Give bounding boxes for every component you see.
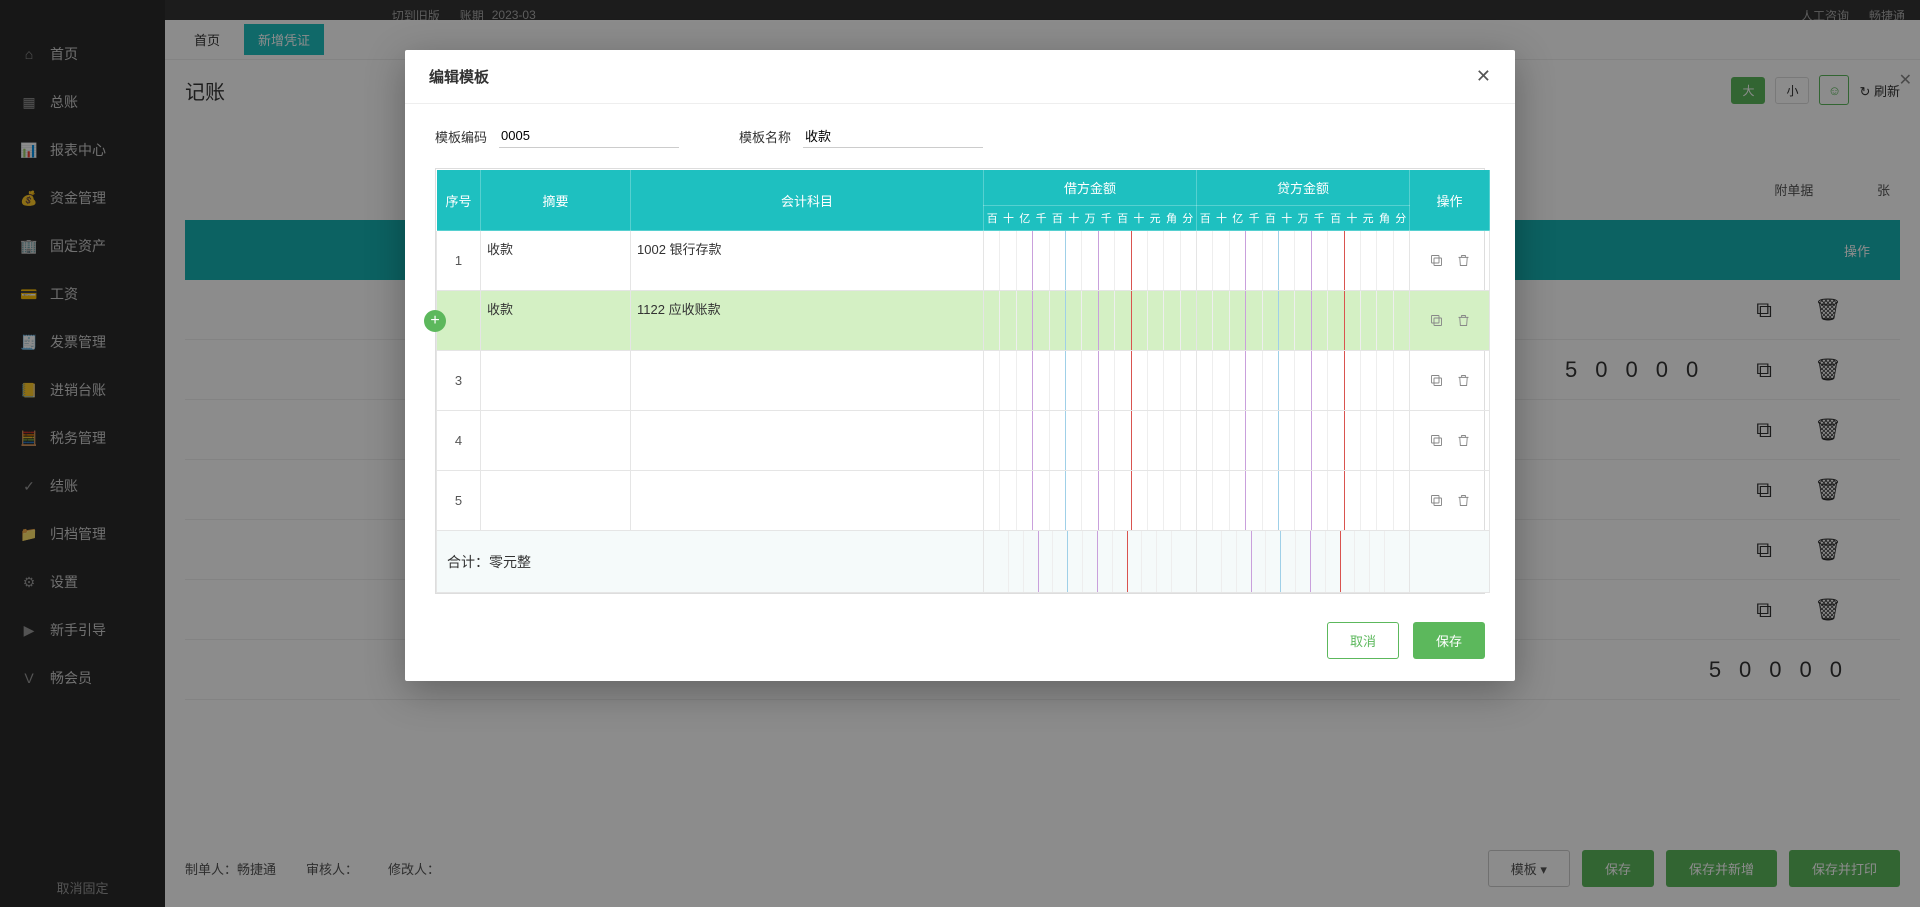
delete-icon[interactable] <box>1456 433 1471 448</box>
row-seq: + <box>437 291 481 351</box>
row-debit[interactable] <box>984 471 1197 531</box>
row-summary[interactable] <box>481 471 631 531</box>
modal-title: 编辑模板 <box>429 66 489 87</box>
row-summary[interactable]: 收款 <box>481 231 631 291</box>
row-credit[interactable] <box>1197 411 1410 471</box>
delete-icon[interactable] <box>1456 313 1471 328</box>
row-debit[interactable] <box>984 231 1197 291</box>
table-row[interactable]: +收款1122 应收账款 <box>437 291 1490 351</box>
edit-template-modal: 编辑模板 ✕ 模板编码 模板名称 序号 摘 <box>405 50 1515 681</box>
delete-icon[interactable] <box>1456 253 1471 268</box>
template-name-input[interactable] <box>803 124 983 148</box>
row-summary[interactable] <box>481 411 631 471</box>
template-grid: 序号 摘要 会计科目 借方金额 贷方金额 操作 百十亿千百十万千百十元角分 百十… <box>435 168 1485 594</box>
row-seq: 4 <box>437 411 481 471</box>
credit-units: 百十亿千百十万千百十元角分 <box>1197 206 1410 231</box>
close-icon[interactable]: ✕ <box>1476 66 1491 87</box>
row-actions <box>1410 411 1490 471</box>
delete-icon[interactable] <box>1456 493 1471 508</box>
total-label: 合计：零元整 <box>437 531 984 593</box>
add-row-button[interactable]: + <box>424 310 446 332</box>
col-credit: 贷方金额 <box>1197 170 1410 206</box>
row-credit[interactable] <box>1197 291 1410 351</box>
row-seq: 5 <box>437 471 481 531</box>
copy-icon[interactable] <box>1429 493 1444 508</box>
row-actions <box>1410 231 1490 291</box>
row-debit[interactable] <box>984 351 1197 411</box>
cancel-button[interactable]: 取消 <box>1327 622 1399 659</box>
debit-units: 百十亿千百十万千百十元角分 <box>984 206 1197 231</box>
row-credit[interactable] <box>1197 351 1410 411</box>
row-debit[interactable] <box>984 291 1197 351</box>
row-actions <box>1410 351 1490 411</box>
template-code-label: 模板编码 <box>435 127 487 146</box>
row-actions <box>1410 471 1490 531</box>
row-debit[interactable] <box>984 411 1197 471</box>
table-row[interactable]: 1收款1002 银行存款 <box>437 231 1490 291</box>
col-summary: 摘要 <box>481 170 631 231</box>
col-ops: 操作 <box>1410 170 1490 231</box>
row-summary[interactable] <box>481 351 631 411</box>
copy-icon[interactable] <box>1429 313 1444 328</box>
row-summary[interactable]: 收款 <box>481 291 631 351</box>
col-subject: 会计科目 <box>631 170 984 231</box>
table-row[interactable]: 5 <box>437 471 1490 531</box>
table-row[interactable]: 4 <box>437 411 1490 471</box>
row-subject[interactable]: 1002 银行存款 <box>631 231 984 291</box>
delete-icon[interactable] <box>1456 373 1471 388</box>
col-seq: 序号 <box>437 170 481 231</box>
row-subject[interactable] <box>631 411 984 471</box>
row-subject[interactable]: 1122 应收账款 <box>631 291 984 351</box>
copy-icon[interactable] <box>1429 253 1444 268</box>
row-subject[interactable] <box>631 471 984 531</box>
row-seq: 3 <box>437 351 481 411</box>
row-seq: 1 <box>437 231 481 291</box>
template-name-label: 模板名称 <box>739 127 791 146</box>
row-credit[interactable] <box>1197 471 1410 531</box>
row-actions <box>1410 291 1490 351</box>
row-credit[interactable] <box>1197 231 1410 291</box>
save-button[interactable]: 保存 <box>1413 622 1485 659</box>
copy-icon[interactable] <box>1429 373 1444 388</box>
copy-icon[interactable] <box>1429 433 1444 448</box>
row-subject[interactable] <box>631 351 984 411</box>
table-row[interactable]: 3 <box>437 351 1490 411</box>
template-code-input[interactable] <box>499 124 679 148</box>
col-debit: 借方金额 <box>984 170 1197 206</box>
total-row: 合计：零元整 <box>437 531 1490 593</box>
